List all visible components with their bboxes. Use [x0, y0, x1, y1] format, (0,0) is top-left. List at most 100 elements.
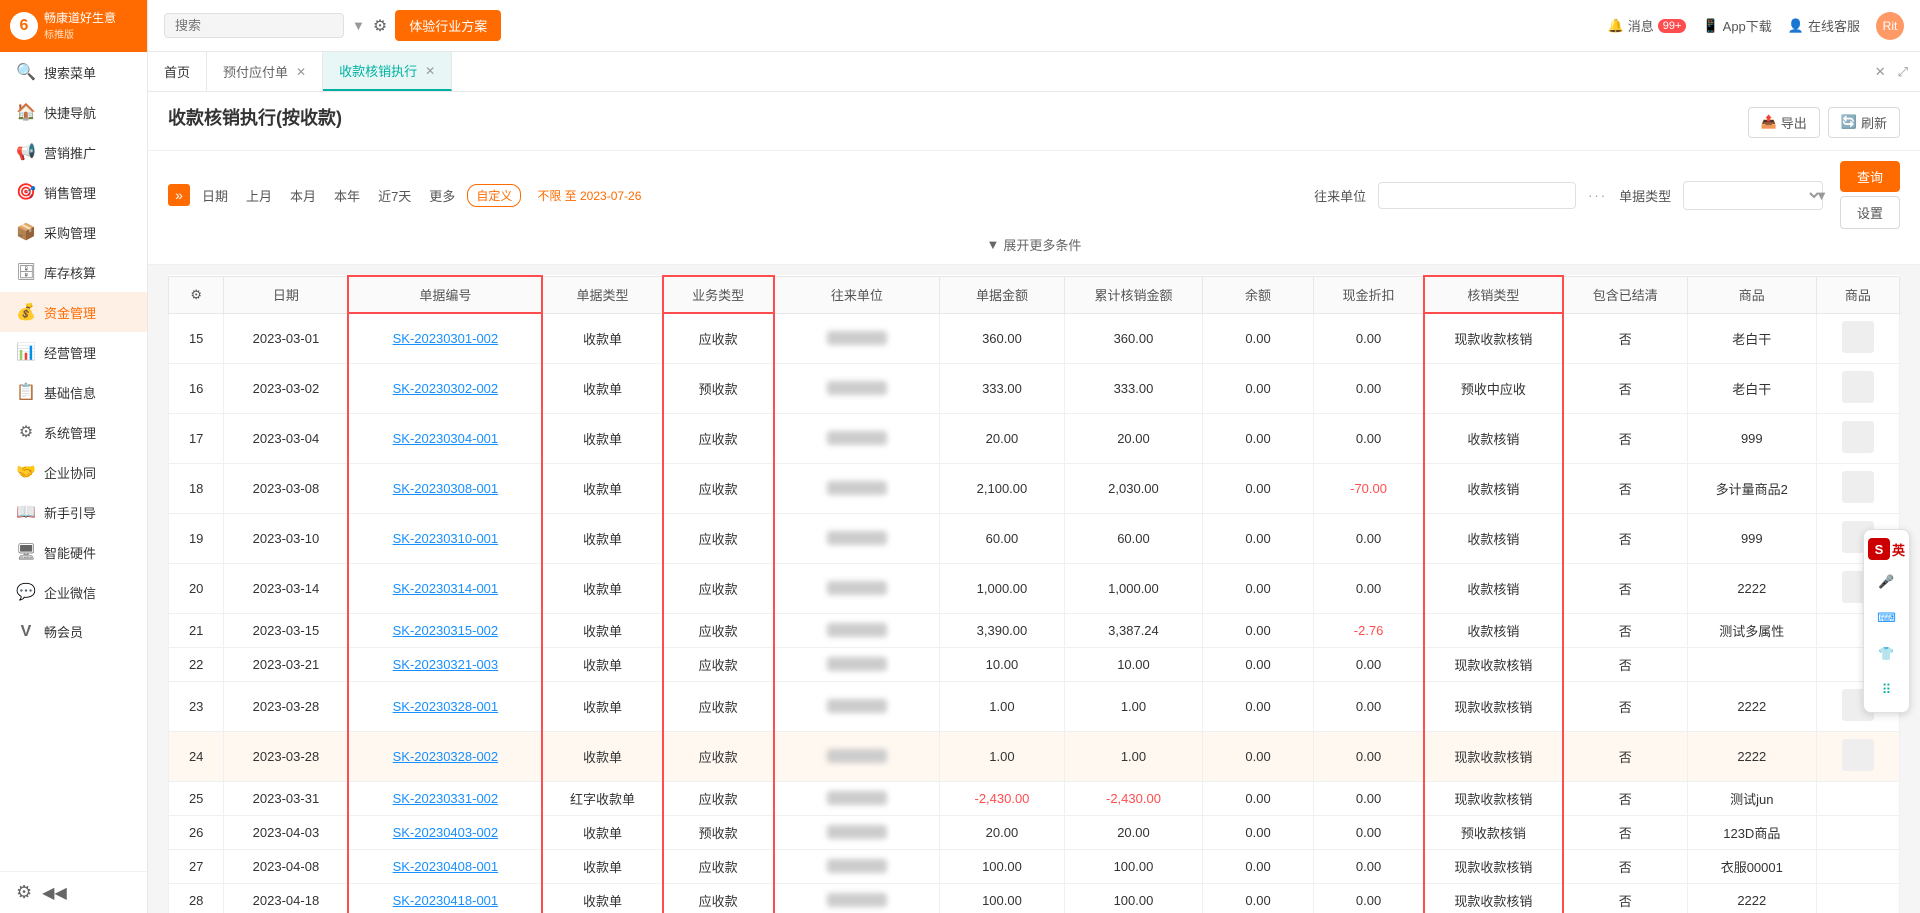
topbar-gear-icon[interactable]: ⚙ [373, 16, 387, 36]
cell-sn: 16 [169, 363, 224, 413]
settings-icon[interactable]: ⚙ [16, 882, 32, 903]
sidebar-item-member[interactable]: V 畅会员 [0, 612, 147, 651]
filter-toggle-button[interactable]: » [168, 184, 190, 206]
cell-doc-no[interactable]: SK-20230408-001 [348, 849, 542, 883]
refresh-button[interactable]: 🔄 刷新 [1828, 107, 1900, 138]
cell-cancel-type: 收款核销 [1424, 413, 1562, 463]
filter-settings-button[interactable]: 设置 [1840, 196, 1900, 229]
cell-cancel-type: 现款收款核销 [1424, 883, 1562, 913]
table-gear-icon[interactable]: ⚙ [190, 287, 202, 303]
shirt-button[interactable]: 👕 [1872, 640, 1900, 668]
prepayment-tab-label: 预付应付单 [223, 62, 288, 81]
expand-tab-icon[interactable]: ⤢ [1898, 64, 1908, 80]
cell-product-img [1816, 463, 1899, 513]
cell-discount: -70.00 [1313, 463, 1424, 513]
cell-doc-no[interactable]: SK-20230304-001 [348, 413, 542, 463]
expand-more-button[interactable]: ▼ 展开更多条件 [987, 235, 1082, 254]
cell-doc-no[interactable]: SK-20230308-001 [348, 463, 542, 513]
this-month-button[interactable]: 本月 [284, 183, 322, 208]
cell-discount: 0.00 [1313, 883, 1424, 913]
partner-input[interactable] [1378, 182, 1576, 209]
last-month-button[interactable]: 上月 [240, 183, 278, 208]
main-content: ▼ ⚙ 体验行业方案 🔔 消息 99+ 📱 App下载 👤 在线客服 Rit 首… [148, 0, 1920, 913]
operations-icon: 📊 [16, 342, 36, 362]
topbar-search-input[interactable] [164, 13, 344, 38]
online-service-button[interactable]: 👤 在线客服 [1788, 16, 1860, 35]
app-download-button[interactable]: 📱 App下载 [1702, 16, 1771, 35]
close-tab-icon[interactable]: ✕ [1875, 64, 1886, 80]
cell-balance: 0.00 [1203, 815, 1314, 849]
cell-biz-type: 应收款 [663, 883, 774, 913]
sidebar-item-purchase[interactable]: 📦 采购管理 [0, 212, 147, 252]
collapse-icon[interactable]: ◀◀ [42, 883, 67, 903]
cell-doc-no[interactable]: SK-20230418-001 [348, 883, 542, 913]
cell-partner: xxxxxxxx [774, 413, 940, 463]
sidebar-item-basic-info[interactable]: 📋 基础信息 [0, 372, 147, 412]
sidebar-item-guide[interactable]: 📖 新手引导 [0, 492, 147, 532]
cell-sn: 26 [169, 815, 224, 849]
cell-doc-no[interactable]: SK-20230301-002 [348, 313, 542, 363]
cell-doc-type: 收款单 [542, 883, 662, 913]
this-year-button[interactable]: 本年 [328, 183, 366, 208]
cell-doc-type: 收款单 [542, 815, 662, 849]
cell-product-img [1816, 731, 1899, 781]
tab-prepayment[interactable]: 预付应付单 ✕ [207, 52, 323, 91]
tab-home[interactable]: 首页 [148, 52, 207, 91]
sougou-brand[interactable]: S 英 [1868, 538, 1905, 560]
cell-biz-type: 应收款 [663, 647, 774, 681]
sidebar-item-quicknav[interactable]: 🏠 快捷导航 [0, 92, 147, 132]
basicinfo-icon: 📋 [16, 382, 36, 402]
last-7-days-button[interactable]: 近7天 [372, 183, 417, 208]
sidebar-item-inventory[interactable]: 🗄 库存核算 [0, 252, 147, 292]
more-date-button[interactable]: 更多 [423, 183, 461, 208]
tab-close-cancel-execution[interactable]: ✕ [425, 64, 435, 78]
apps-button[interactable]: ⠿ [1872, 676, 1900, 704]
table-row: 22 2023-03-21 SK-20230321-003 收款单 应收款 xx… [169, 647, 1900, 681]
avatar[interactable]: Rit [1876, 12, 1904, 40]
cell-doc-no[interactable]: SK-20230310-001 [348, 513, 542, 563]
mobile-icon: 📱 [1702, 18, 1718, 34]
sidebar-item-system[interactable]: ⚙ 系统管理 [0, 412, 147, 452]
sidebar-item-enterprise[interactable]: 🤝 企业协同 [0, 452, 147, 492]
cell-amount: 1.00 [940, 731, 1065, 781]
cell-doc-no[interactable]: SK-20230328-001 [348, 681, 542, 731]
purchase-icon: 📦 [16, 222, 36, 242]
system-icon: ⚙ [16, 422, 36, 442]
tab-close-prepayment[interactable]: ✕ [296, 65, 306, 79]
guide-icon: 📖 [16, 502, 36, 522]
cell-doc-no[interactable]: SK-20230328-002 [348, 731, 542, 781]
query-button[interactable]: 查询 [1840, 161, 1900, 192]
sidebar-item-operations[interactable]: 📊 经营管理 [0, 332, 147, 372]
cell-doc-no[interactable]: SK-20230315-002 [348, 613, 542, 647]
cell-doc-no[interactable]: SK-20230321-003 [348, 647, 542, 681]
sidebar-item-search[interactable]: 🔍 搜索菜单 [0, 52, 147, 92]
tab-cancel-execution[interactable]: 收款核销执行 ✕ [323, 52, 452, 91]
doc-type-select[interactable] [1683, 181, 1823, 210]
keyboard-button[interactable]: ⌨ [1872, 604, 1900, 632]
sidebar-item-finance[interactable]: 💰 资金管理 [0, 292, 147, 332]
logo-text: 畅康道好生意 标推版 [44, 11, 116, 40]
cell-cancel-type: 现款收款核销 [1424, 681, 1562, 731]
cell-doc-no[interactable]: SK-20230314-001 [348, 563, 542, 613]
notification-button[interactable]: 🔔 消息 99+ [1608, 16, 1687, 35]
sidebar-item-weixin[interactable]: 💬 企业微信 [0, 572, 147, 612]
cell-doc-type: 收款单 [542, 563, 662, 613]
cell-balance: 0.00 [1203, 313, 1314, 363]
cell-cum-cancel: 2,030.00 [1064, 463, 1202, 513]
solution-button[interactable]: 体验行业方案 [395, 10, 501, 41]
custom-date-button[interactable]: 自定义 [467, 184, 521, 207]
cell-doc-no[interactable]: SK-20230403-002 [348, 815, 542, 849]
topbar: ▼ ⚙ 体验行业方案 🔔 消息 99+ 📱 App下载 👤 在线客服 Rit [148, 0, 1920, 52]
export-button[interactable]: 📤 导出 [1748, 107, 1820, 138]
microphone-button[interactable]: 🎤 [1872, 568, 1900, 596]
cell-doc-no[interactable]: SK-20230302-002 [348, 363, 542, 413]
table-container[interactable]: ⚙ 日期 单据编号 单据类型 业务类型 往来单位 单据金额 累计核销金额 余额 … [148, 265, 1920, 913]
sidebar-item-sales[interactable]: 🎯 销售管理 [0, 172, 147, 212]
col-header-gear[interactable]: ⚙ [169, 276, 224, 313]
cell-balance: 0.00 [1203, 463, 1314, 513]
cell-doc-no[interactable]: SK-20230331-002 [348, 781, 542, 815]
sidebar-item-hardware[interactable]: 🖥 智能硬件 [0, 532, 147, 572]
sidebar-item-marketing[interactable]: 📢 营销推广 [0, 132, 147, 172]
table-row: 17 2023-03-04 SK-20230304-001 收款单 应收款 xx… [169, 413, 1900, 463]
export-icon: 📤 [1761, 114, 1777, 130]
